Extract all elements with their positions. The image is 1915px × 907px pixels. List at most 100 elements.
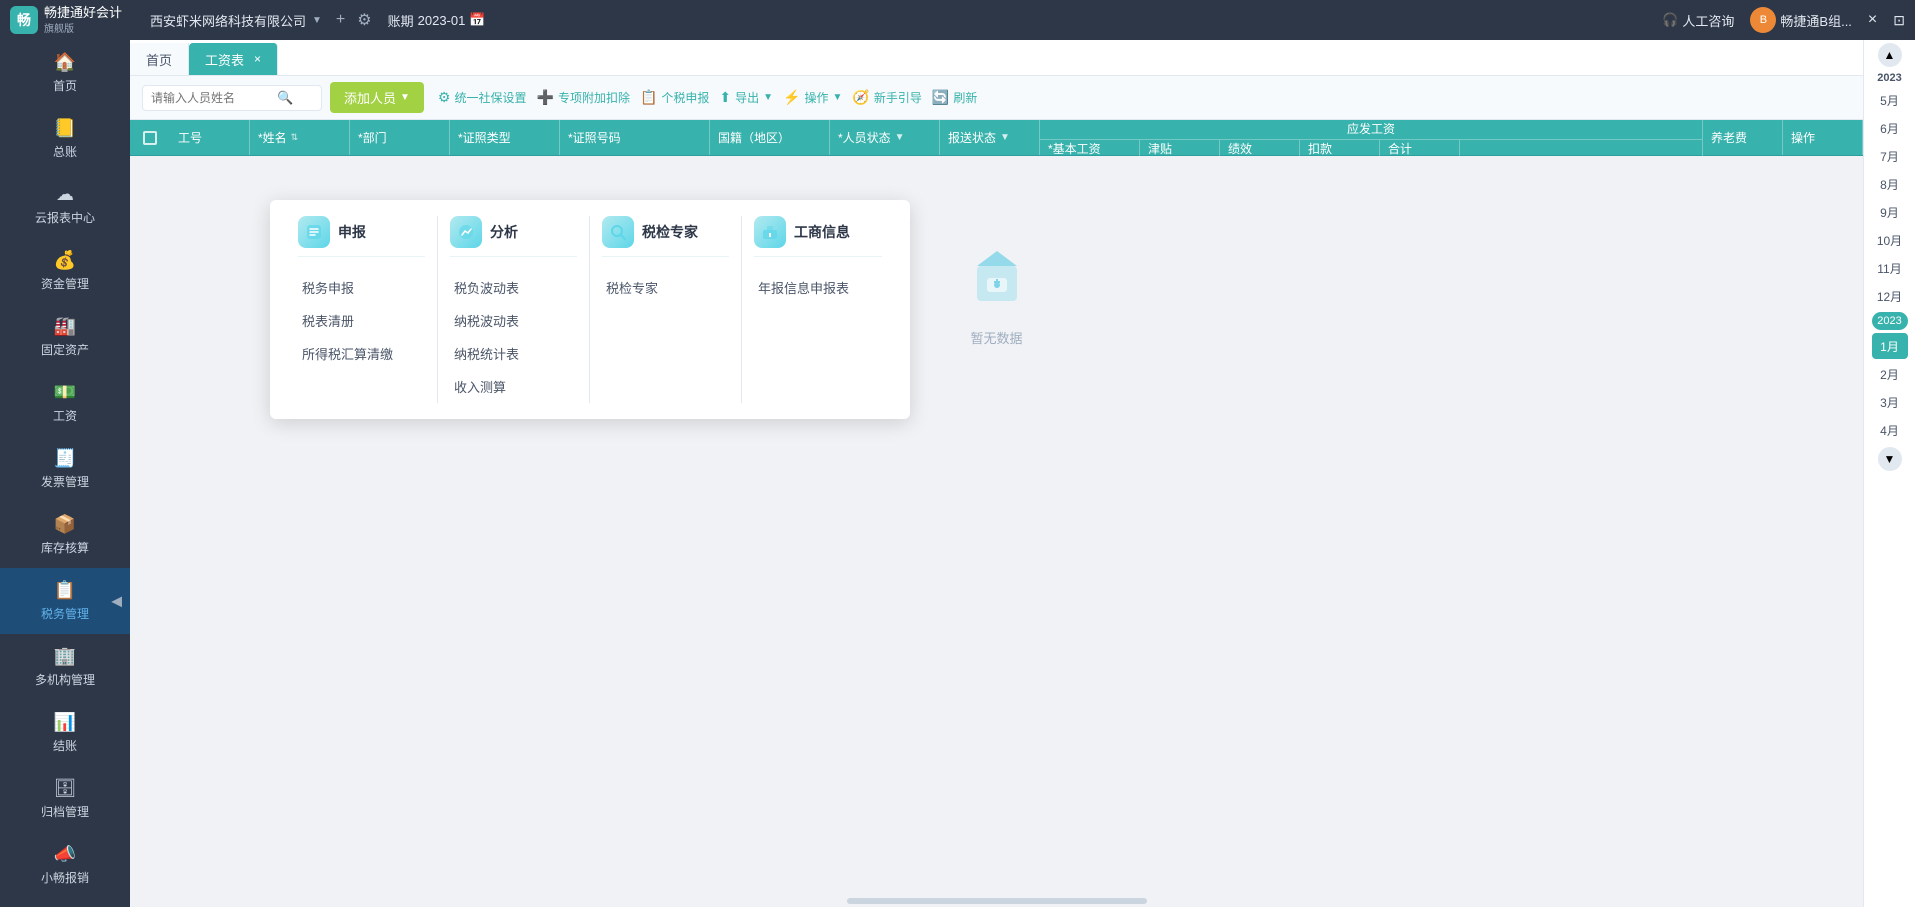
menu-item-income-tax[interactable]: 所得税汇算清缴 [298,337,425,370]
status-filter-icon[interactable]: ▼ [895,132,905,143]
menu-item-tax-burden[interactable]: 税负波动表 [450,271,577,304]
archive-icon: 🗄 [54,778,77,799]
support-button[interactable]: 🎧 人工咨询 [1662,11,1734,30]
sidebar-item-multi[interactable]: 🏢 多机构管理 [0,634,130,700]
social-security-btn[interactable]: ⚙ 统一社保设置 [438,89,527,106]
month-1[interactable]: 1月 [1872,333,1908,359]
special-deduction-label: 专项附加扣除 [558,89,630,106]
year-next-arrow[interactable]: ▼ [1878,447,1902,471]
dropdown-header-fenxi: 分析 [450,216,577,257]
logo-sub: 旗舰版 [44,20,122,35]
newbie-guide-icon: 🧭 [852,89,869,106]
month-8[interactable]: 8月 [1872,171,1908,197]
toolbar-actions: ⚙ 统一社保设置 ➕ 专项附加扣除 📋 个税申报 ⬆ 导出 ▼ ⚡ [438,89,977,106]
month-6[interactable]: 6月 [1872,115,1908,141]
refresh-btn[interactable]: 🔄 刷新 [932,89,977,106]
headset-icon: 🎧 [1662,12,1678,28]
toolbar: 🔍 添加人员 ▼ ⚙ 统一社保设置 ➕ 专项附加扣除 📋 个税申报 [130,76,1863,120]
month-3[interactable]: 3月 [1872,389,1908,415]
select-all-checkbox[interactable] [143,131,157,145]
layout: 🏠 首页 📒 总账 ☁ 云报表中心 💰 资金管理 🏭 固定资产 💵 工资 🧾 发… [0,40,1915,907]
th-report-status[interactable]: 报送状态 ▼ [940,120,1040,155]
sidebar-item-invoice[interactable]: 🧾 发票管理 [0,436,130,502]
month-9[interactable]: 9月 [1872,199,1908,225]
menu-item-annual-report[interactable]: 年报信息申报表 [754,271,882,304]
operations-btn[interactable]: ⚡ 操作 ▼ [783,89,842,106]
th-name[interactable]: *姓名 ⇅ [250,120,350,155]
ledger-icon: 📒 [54,118,76,139]
sidebar-item-payroll[interactable]: 💵 工资 [0,370,130,436]
menu-item-tax-declare[interactable]: 税务申报 [298,271,425,304]
special-deduction-btn[interactable]: ➕ 专项附加扣除 [537,89,630,106]
settings-icon[interactable]: ⚙ [357,10,371,30]
sidebar-item-asset[interactable]: 🏭 固定资产 [0,304,130,370]
sidebar-item-settle[interactable]: 📊 结账 [0,700,130,766]
month-12[interactable]: 12月 [1872,283,1908,309]
month-10[interactable]: 10月 [1872,227,1908,253]
tab-home[interactable]: 首页 [130,43,189,75]
th-total: 合计 [1380,140,1460,157]
sidebar-item-fund[interactable]: 💰 资金管理 [0,238,130,304]
sidebar-label-archive: 归档管理 [41,803,89,820]
sidebar-item-home[interactable]: 🏠 首页 [0,40,130,106]
month-4[interactable]: 4月 [1872,417,1908,443]
sidebar-item-settings[interactable]: ⚙ 基础设置 [0,898,130,907]
taxjian-title: 税检专家 [642,222,698,242]
multi-icon: 🏢 [54,646,76,667]
menu-item-tax-dynamic[interactable]: 纳税波动表 [450,304,577,337]
calendar-icon[interactable]: 📅 [469,12,485,28]
window-restore-button[interactable]: ⊡ [1893,12,1905,29]
sidebar-item-archive[interactable]: 🗄 归档管理 [0,766,130,832]
shenbo-title: 申报 [338,222,366,242]
asset-icon: 🏭 [54,316,76,337]
year-badge-2023: 2023 [1872,312,1908,330]
search-icon[interactable]: 🔍 [277,90,293,106]
report-filter-icon[interactable]: ▼ [1000,132,1010,143]
add-person-button[interactable]: 添加人员 ▼ [330,82,424,113]
export-btn[interactable]: ⬆ 导出 ▼ [719,89,773,106]
month-2[interactable]: 2月 [1872,361,1908,387]
period-label: 账期 [388,11,414,30]
support-label: 人工咨询 [1682,11,1734,30]
fund-icon: 💰 [54,250,76,271]
th-performance: 绩效 [1220,140,1300,157]
gongshang-title: 工商信息 [794,222,850,242]
th-allowance: 津贴 [1140,140,1220,157]
sidebar-item-cloud[interactable]: ☁ 云报表中心 [0,172,130,238]
user-menu[interactable]: B 畅捷通B组... [1750,7,1852,33]
sidebar-collapse-icon[interactable]: ◀ [111,593,122,610]
add-company-button[interactable]: + [336,11,345,29]
search-input[interactable] [151,91,271,105]
month-7[interactable]: 7月 [1872,143,1908,169]
menu-item-income-forecast[interactable]: 收入测算 [450,370,577,403]
year-prev-arrow[interactable]: ▲ [1878,43,1902,67]
social-security-icon: ⚙ [438,89,451,106]
tab-payroll-table[interactable]: 工资表 × [189,43,278,75]
sidebar-label-invoice: 发票管理 [41,473,89,490]
scrollbar-track[interactable] [847,898,1147,904]
sidebar-label-fund: 资金管理 [41,275,89,292]
th-dept: *部门 [350,120,450,155]
menu-item-tax-stat[interactable]: 纳税统计表 [450,337,577,370]
th-salary-group: 应发工资 *基本工资 津贴 绩效 扣款 合计 [1040,120,1703,157]
window-close-button[interactable]: × [1868,11,1877,29]
tab-close-icon[interactable]: × [254,52,261,66]
menu-item-tax-expert[interactable]: 税检专家 [602,271,729,304]
horizontal-scrollbar[interactable] [130,895,1863,907]
dropdown-col-fenxi: 分析 税负波动表 纳税波动表 纳税统计表 收入测算 [438,216,590,403]
th-checkbox[interactable] [130,131,170,145]
logo-title: 畅捷通好会计 [44,5,122,21]
th-status[interactable]: *人员状态 ▼ [830,120,940,155]
sidebar-item-marketing[interactable]: 📣 小畅报销 [0,832,130,898]
company-selector[interactable]: 西安虾米网络科技有限公司 ▼ + ⚙ [150,10,372,30]
sidebar-item-tax[interactable]: 📋 税务管理 ◀ [0,568,130,634]
menu-item-tax-table[interactable]: 税表清册 [298,304,425,337]
month-5[interactable]: 5月 [1872,87,1908,113]
tax-return-btn[interactable]: 📋 个税申报 [640,89,709,106]
newbie-guide-btn[interactable]: 🧭 新手引导 [852,89,921,106]
month-11[interactable]: 11月 [1872,255,1908,281]
sidebar-item-inventory[interactable]: 📦 库存核算 [0,502,130,568]
logo-icon: 畅 [10,6,38,34]
period-selector[interactable]: 账期 2023-01 📅 [388,11,486,30]
sidebar-item-ledger[interactable]: 📒 总账 [0,106,130,172]
